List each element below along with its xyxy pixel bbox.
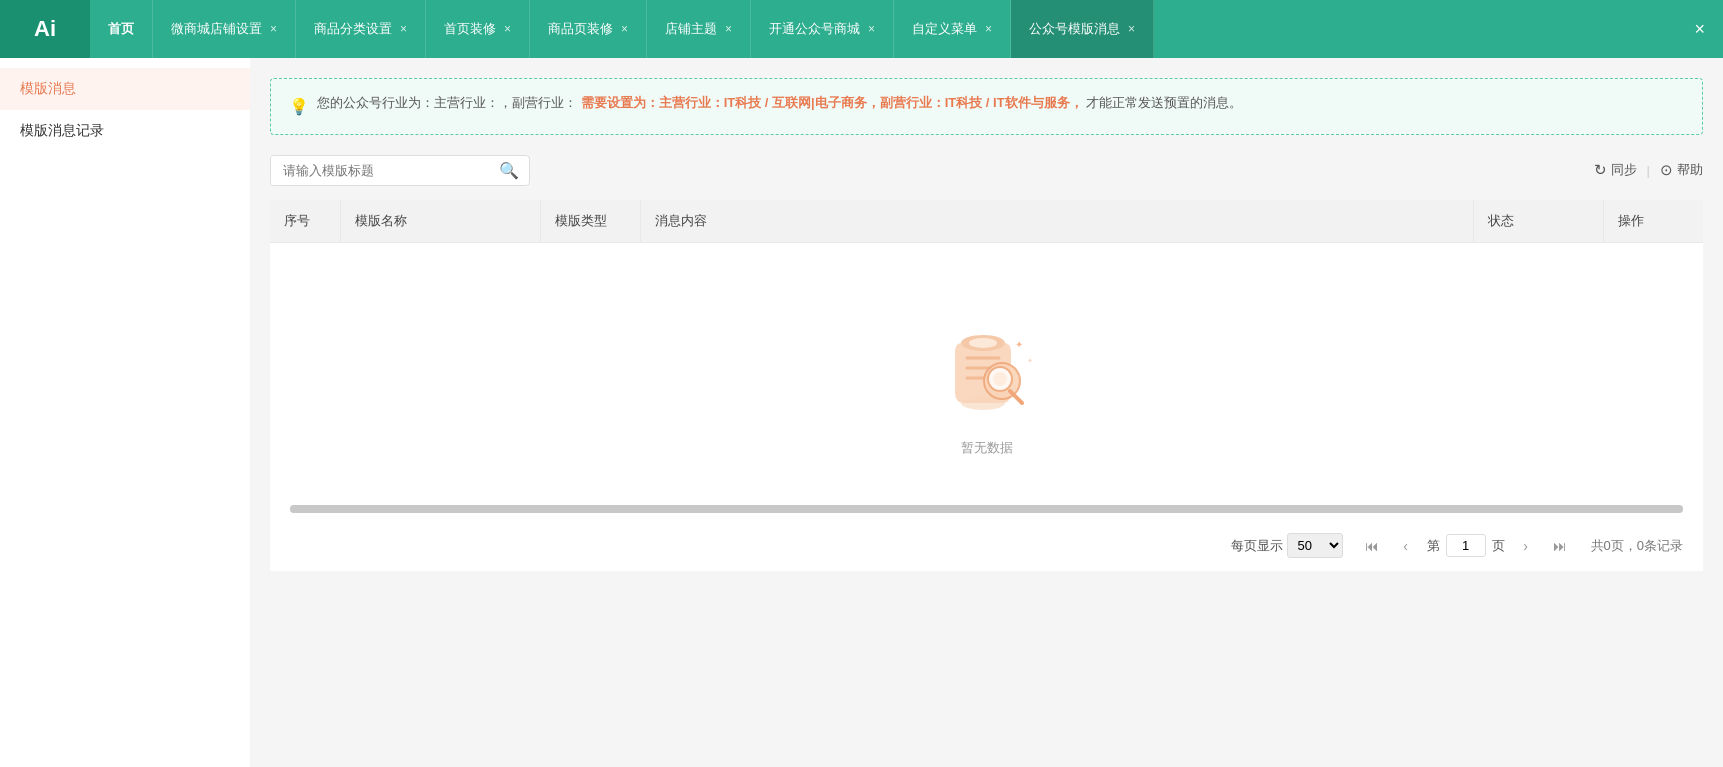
svg-text:✦: ✦ <box>1027 357 1033 364</box>
col-content: 消息内容 <box>640 200 1473 243</box>
svg-point-2 <box>969 338 997 348</box>
pagination: 每页显示 50 10 20 100 ⏮ ‹ 第 页 › <box>270 521 1703 571</box>
close-shop-theme[interactable]: × <box>725 22 732 36</box>
scroll-bar[interactable] <box>290 505 1683 513</box>
col-type: 模版类型 <box>540 200 640 243</box>
nav-tab-product-decor[interactable]: 商品页装修 × <box>530 0 647 58</box>
first-page-button[interactable]: ⏮ <box>1359 533 1385 559</box>
page-number-input[interactable] <box>1446 534 1486 557</box>
prev-page-icon: ‹ <box>1403 538 1408 554</box>
nav-tab-home-label: 首页 <box>108 20 134 38</box>
search-input-wrap: 🔍 <box>270 155 530 186</box>
svg-point-9 <box>993 372 1007 386</box>
col-status: 状态 <box>1473 200 1603 243</box>
search-input[interactable] <box>271 156 489 185</box>
close-shop-settings[interactable]: × <box>270 22 277 36</box>
help-icon: ⊙ <box>1660 161 1673 179</box>
per-page-label: 每页显示 <box>1231 537 1283 555</box>
nav-tab-homepage-decor-label: 首页装修 <box>444 20 496 38</box>
nav-tab-custom-menu[interactable]: 自定义菜单 × <box>894 0 1011 58</box>
first-page-icon: ⏮ <box>1365 538 1379 554</box>
col-index: 序号 <box>270 200 340 243</box>
sidebar-item-template-msg[interactable]: 模版消息 <box>0 68 250 110</box>
notice-suffix: 才能正常发送预置的消息。 <box>1086 95 1242 110</box>
scroll-track[interactable] <box>270 497 1703 521</box>
sidebar-item-template-msg-log[interactable]: 模版消息记录 <box>0 110 250 152</box>
empty-state-row: ✦ ✦ 暂无数据 <box>270 242 1703 497</box>
page-input-group: 第 页 <box>1427 534 1505 557</box>
scroll-thumb[interactable] <box>290 505 1683 513</box>
table-header-row: 序号 模版名称 模版类型 消息内容 状态 操作 <box>270 200 1703 243</box>
close-custom-menu[interactable]: × <box>985 22 992 36</box>
nav-tab-home[interactable]: 首页 <box>90 0 153 58</box>
nav-tab-open-shop-label: 开通公众号商城 <box>769 20 860 38</box>
next-page-icon: › <box>1523 538 1528 554</box>
help-button[interactable]: ⊙ 帮助 <box>1660 161 1703 179</box>
nav-tab-category[interactable]: 商品分类设置 × <box>296 0 426 58</box>
close-category[interactable]: × <box>400 22 407 36</box>
notice-prefix: 您的公众号行业为：主营行业：，副营行业： <box>317 95 577 110</box>
svg-text:✦: ✦ <box>1015 339 1023 350</box>
logo: Ai <box>0 0 90 58</box>
search-icon: 🔍 <box>499 162 519 179</box>
content-area: 💡 您的公众号行业为：主营行业：，副营行业： 需要设置为：主营行业：IT科技 /… <box>250 58 1723 767</box>
notice-text: 您的公众号行业为：主营行业：，副营行业： 需要设置为：主营行业：IT科技 / 互… <box>317 93 1242 114</box>
nav-tab-template-msg[interactable]: 公众号模版消息 × <box>1011 0 1154 58</box>
sync-label: 同步 <box>1611 161 1637 179</box>
sync-icon: ↻ <box>1594 161 1607 179</box>
nav-tab-category-label: 商品分类设置 <box>314 20 392 38</box>
close-template-msg[interactable]: × <box>1128 22 1135 36</box>
per-page-dropdown[interactable]: 50 10 20 100 <box>1287 533 1343 558</box>
sidebar-item-template-msg-log-label: 模版消息记录 <box>20 122 104 138</box>
search-button[interactable]: 🔍 <box>489 161 529 180</box>
sync-button[interactable]: ↻ 同步 <box>1594 161 1637 179</box>
global-close-icon: × <box>1694 19 1705 40</box>
nav-tab-template-msg-label: 公众号模版消息 <box>1029 20 1120 38</box>
close-open-shop[interactable]: × <box>868 22 875 36</box>
col-action: 操作 <box>1603 200 1703 243</box>
empty-illustration: ✦ ✦ <box>927 303 1047 423</box>
nav-tab-shop-settings-label: 微商城店铺设置 <box>171 20 262 38</box>
prev-page-button[interactable]: ‹ <box>1393 533 1419 559</box>
col-name: 模版名称 <box>340 200 540 243</box>
nav-tab-shop-theme-label: 店铺主题 <box>665 20 717 38</box>
sidebar: 模版消息 模版消息记录 <box>0 58 250 767</box>
empty-state: ✦ ✦ 暂无数据 <box>270 243 1703 497</box>
bulb-icon: 💡 <box>289 94 309 120</box>
empty-text: 暂无数据 <box>961 439 1013 457</box>
logo-text: Ai <box>34 16 56 42</box>
nav-tab-homepage-decor[interactable]: 首页装修 × <box>426 0 530 58</box>
main-layout: 模版消息 模版消息记录 💡 您的公众号行业为：主营行业：，副营行业： 需要设置为… <box>0 58 1723 767</box>
total-info: 共0页，0条记录 <box>1591 537 1683 555</box>
last-page-button[interactable]: ⏭ <box>1547 533 1573 559</box>
close-homepage-decor[interactable]: × <box>504 22 511 36</box>
toolbar-right: ↻ 同步 | ⊙ 帮助 <box>1594 161 1703 179</box>
sidebar-item-template-msg-label: 模版消息 <box>20 80 76 96</box>
next-page-button[interactable]: › <box>1513 533 1539 559</box>
help-label: 帮助 <box>1677 161 1703 179</box>
nav-tab-shop-theme[interactable]: 店铺主题 × <box>647 0 751 58</box>
global-close-button[interactable]: × <box>1676 0 1723 58</box>
data-table: 序号 模版名称 模版类型 消息内容 状态 操作 <box>270 200 1703 497</box>
nav-tab-custom-menu-label: 自定义菜单 <box>912 20 977 38</box>
search-row: 🔍 ↻ 同步 | ⊙ 帮助 <box>270 155 1703 186</box>
notice-highlight: 需要设置为：主营行业：IT科技 / 互联网|电子商务，副营行业：IT科技 / I… <box>581 95 1083 110</box>
per-page-select: 每页显示 50 10 20 100 <box>1231 533 1343 558</box>
close-product-decor[interactable]: × <box>621 22 628 36</box>
toolbar-divider: | <box>1647 163 1650 178</box>
page-label: 页 <box>1492 537 1505 555</box>
nav-tab-shop-settings[interactable]: 微商城店铺设置 × <box>153 0 296 58</box>
top-nav: Ai 首页 微商城店铺设置 × 商品分类设置 × 首页装修 × 商品页装修 × … <box>0 0 1723 58</box>
notice-box: 💡 您的公众号行业为：主营行业：，副营行业： 需要设置为：主营行业：IT科技 /… <box>270 78 1703 135</box>
last-page-icon: ⏭ <box>1553 538 1567 554</box>
page-di-label: 第 <box>1427 537 1440 555</box>
nav-tab-open-shop[interactable]: 开通公众号商城 × <box>751 0 894 58</box>
nav-tab-product-decor-label: 商品页装修 <box>548 20 613 38</box>
